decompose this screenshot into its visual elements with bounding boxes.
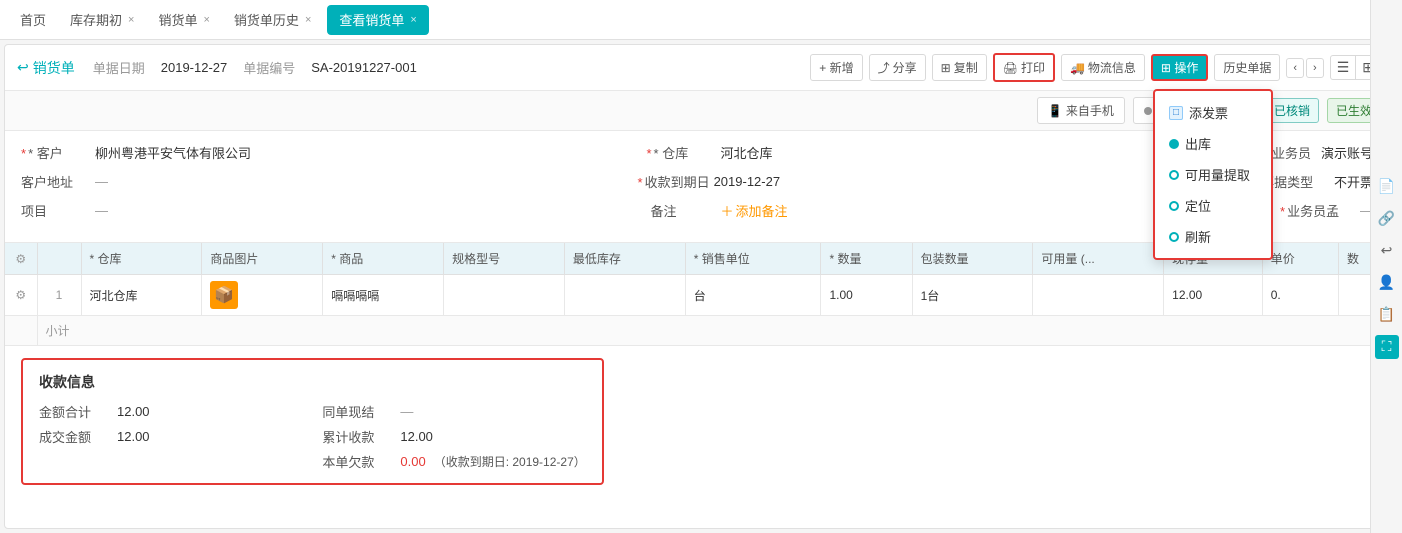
outbound-radio-icon bbox=[1169, 139, 1179, 149]
row-stock: 12.00 bbox=[1164, 275, 1263, 316]
logistics-icon: 🚚 bbox=[1070, 61, 1085, 75]
row-available bbox=[1033, 275, 1164, 316]
nav-arrows: ‹ › bbox=[1286, 58, 1323, 78]
salesperson-field: *业务员孟 — bbox=[1280, 201, 1377, 220]
row-qty: 1.00 bbox=[821, 275, 912, 316]
tab-inventory-init[interactable]: 库存期初 × bbox=[58, 0, 146, 40]
sidebar-link-icon[interactable]: 🔗 bbox=[1375, 207, 1399, 231]
payment-info-title: 收款信息 bbox=[39, 372, 586, 392]
th-min-stock: 最低库存 bbox=[564, 243, 685, 275]
row-unit: 台 bbox=[685, 275, 821, 316]
row-pack-qty: 1台 bbox=[912, 275, 1033, 316]
deal-amount-row: 成交金额 12.00 bbox=[39, 427, 302, 446]
from-mobile-button[interactable]: 📱 来自手机 bbox=[1037, 97, 1125, 124]
sidebar-user-icon[interactable]: 👤 bbox=[1375, 271, 1399, 295]
customer-value: 柳州粤港平安气体有限公司 bbox=[91, 143, 255, 162]
th-product-img: 商品图片 bbox=[202, 243, 323, 275]
cumulative-row: 累计收款 12.00 bbox=[322, 427, 585, 446]
row-spec bbox=[444, 275, 565, 316]
refresh-radio-icon bbox=[1169, 232, 1179, 242]
logistics-button[interactable]: 🚚 物流信息 bbox=[1061, 54, 1145, 81]
right-sidebar: 📄 🔗 ↩ 👤 📋 ⛶ bbox=[1370, 0, 1402, 533]
th-product: * 商品 bbox=[323, 243, 444, 275]
top-nav: 首页 库存期初 × 销货单 × 销货单历史 × 查看销货单 × × bbox=[0, 0, 1402, 40]
mobile-icon: 📱 bbox=[1048, 104, 1063, 118]
next-button[interactable]: › bbox=[1306, 58, 1324, 78]
th-spec: 规格型号 bbox=[444, 243, 565, 275]
payment-info-section: 收款信息 金额合计 12.00 同单现结 — 成交金额 12.00 bbox=[5, 346, 1393, 497]
sidebar-back-icon[interactable]: ↩ bbox=[1375, 239, 1399, 263]
row-num: 1 bbox=[37, 275, 81, 316]
sidebar-list-icon[interactable]: 📋 bbox=[1375, 303, 1399, 327]
toolbar-actions: + 新增 ⤴ 分享 ⊞ 复制 🖨 打印 🚚 物流信息 bbox=[810, 53, 1381, 82]
th-qty: * 数量 bbox=[821, 243, 912, 275]
doc-type-label: ↩ 销货单 bbox=[17, 58, 75, 78]
print-button[interactable]: 🖨 打印 bbox=[993, 53, 1055, 82]
tab-view-order[interactable]: 查看销货单 × bbox=[327, 5, 428, 35]
checked-badge: 已核销 bbox=[1265, 98, 1319, 123]
row-product-img: 📦 bbox=[202, 275, 323, 316]
subtotal-row: 小计 bbox=[5, 316, 1393, 346]
plus-icon: ＋ bbox=[721, 201, 734, 220]
add-invoice-item[interactable]: □ 添发票 bbox=[1155, 97, 1271, 128]
warehouse-value: 河北仓库 bbox=[716, 143, 776, 162]
primary-toolbar: ↩ 销货单 单据日期 2019-12-27 单据编号 SA-20191227-0… bbox=[5, 45, 1393, 91]
operate-button[interactable]: ⊞ 操作 bbox=[1151, 54, 1208, 81]
share-button[interactable]: ⤴ 分享 bbox=[869, 54, 926, 81]
th-available: 可用量 (... bbox=[1033, 243, 1164, 275]
operate-icon: ⊞ bbox=[1161, 61, 1171, 75]
sidebar-expand-icon[interactable]: ⛶ bbox=[1375, 335, 1399, 359]
row-product-name: 嗝嗝嗝嗝 bbox=[323, 275, 444, 316]
new-button[interactable]: + 新增 bbox=[810, 54, 862, 81]
invoice-icon: □ bbox=[1169, 106, 1183, 120]
table-row: ⚙ 1 河北仓库 📦 嗝嗝嗝嗝 台 1.00 1台 12.00 bbox=[5, 275, 1393, 316]
tab-inventory-init-close[interactable]: × bbox=[128, 14, 134, 26]
tab-sales-history[interactable]: 销货单历史 × bbox=[222, 0, 323, 40]
operate-dropdown: □ 添发票 出库 可用量提取 定位 刷新 bbox=[1153, 89, 1273, 260]
subtotal-label: 小计 bbox=[37, 316, 1393, 346]
customer-field: ** 客户 柳州粤港平安气体有限公司 bbox=[21, 143, 646, 162]
th-unit: * 销售单位 bbox=[685, 243, 821, 275]
row-settings[interactable]: ⚙ bbox=[5, 275, 37, 316]
payment-info-box: 收款信息 金额合计 12.00 同单现结 — 成交金额 12.00 bbox=[21, 358, 604, 485]
refresh-item[interactable]: 刷新 bbox=[1155, 221, 1271, 252]
product-image: 📦 bbox=[210, 281, 238, 309]
available-qty-item[interactable]: 可用量提取 bbox=[1155, 159, 1271, 190]
tab-sales-order-close[interactable]: × bbox=[203, 14, 209, 26]
add-note-button[interactable]: ＋ 添加备注 bbox=[721, 201, 788, 220]
prev-button[interactable]: ‹ bbox=[1286, 58, 1304, 78]
status-dot-grey bbox=[1144, 107, 1152, 115]
share-icon: ⤴ bbox=[878, 59, 890, 76]
payment-info-grid: 金额合计 12.00 同单现结 — 成交金额 12.00 累计收款 12.00 bbox=[39, 402, 586, 471]
outbound-item[interactable]: 出库 bbox=[1155, 128, 1271, 159]
locate-radio-icon bbox=[1169, 201, 1179, 211]
th-pack-qty: 包装数量 bbox=[912, 243, 1033, 275]
employee-field: 业务员 演示账号 bbox=[1272, 143, 1377, 162]
doc-meta: 单据日期 2019-12-27 单据编号 SA-20191227-001 bbox=[93, 58, 805, 77]
history-button[interactable]: 历史单据 bbox=[1214, 54, 1280, 81]
th-settings: ⚙ bbox=[5, 243, 37, 275]
th-warehouse: * 仓库 bbox=[81, 243, 202, 275]
copy-button[interactable]: ⊞ 复制 bbox=[932, 54, 987, 81]
tab-sales-history-close[interactable]: × bbox=[305, 14, 311, 26]
arrears-row: 本单欠款 0.00 （收款到期日: 2019-12-27） bbox=[322, 452, 585, 471]
same-order-row: 同单现结 — bbox=[322, 402, 585, 421]
row-warehouse: 河北仓库 bbox=[81, 275, 202, 316]
copy-icon: ⊞ bbox=[941, 61, 951, 75]
total-amount-row: 金额合计 12.00 bbox=[39, 402, 302, 421]
row-min-stock bbox=[564, 275, 685, 316]
th-price: 单价 bbox=[1262, 243, 1338, 275]
list-view-button[interactable]: ☰ bbox=[1330, 55, 1357, 80]
tab-view-order-close[interactable]: × bbox=[410, 14, 416, 26]
th-row-num bbox=[37, 243, 81, 275]
row-price: 0. bbox=[1262, 275, 1338, 316]
tab-sales-order[interactable]: 销货单 × bbox=[146, 0, 221, 40]
address-field: 客户地址 — bbox=[21, 172, 638, 191]
print-icon: 🖨 bbox=[1003, 61, 1018, 75]
tab-home[interactable]: 首页 bbox=[8, 0, 58, 40]
locate-item[interactable]: 定位 bbox=[1155, 190, 1271, 221]
sidebar-doc-icon[interactable]: 📄 bbox=[1375, 175, 1399, 199]
project-field: 项目 — bbox=[21, 201, 651, 220]
available-radio-icon bbox=[1169, 170, 1179, 180]
